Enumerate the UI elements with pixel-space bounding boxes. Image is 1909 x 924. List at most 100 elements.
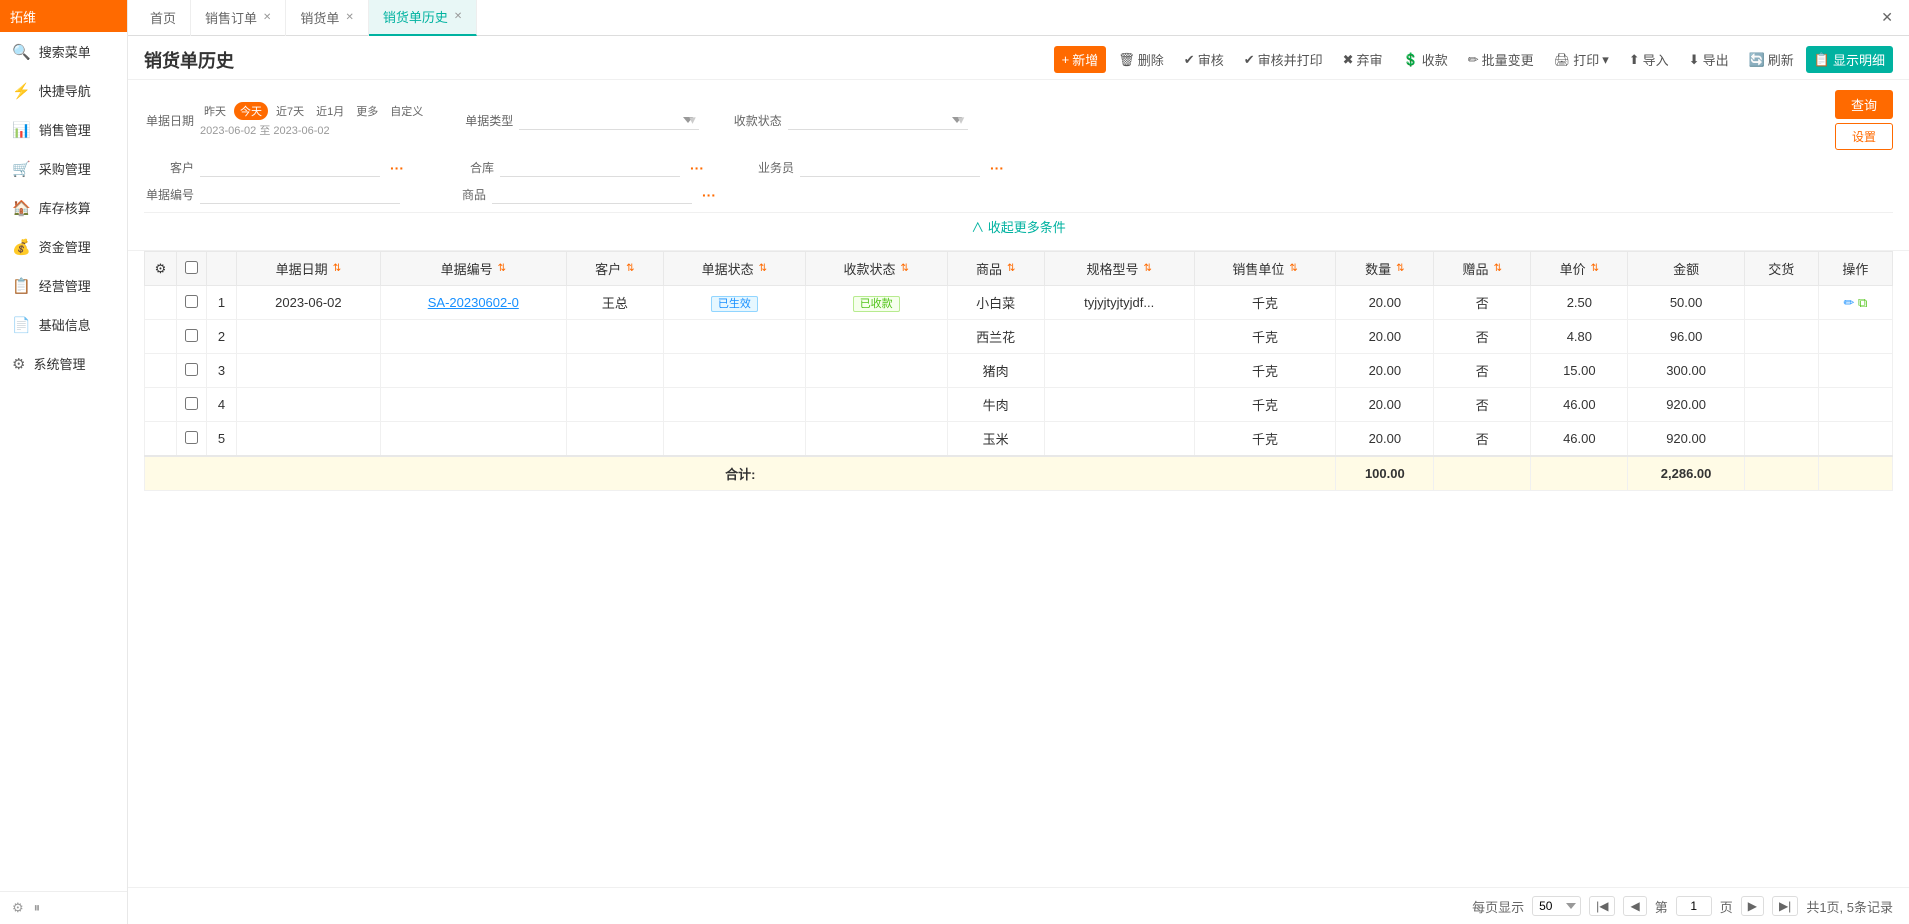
td-checkbox[interactable] [177,320,207,354]
sidebar-item-label: 资金管理 [39,237,91,256]
th-goods[interactable]: 商品 ⇅ [947,252,1044,286]
print-button[interactable]: 🖨 打印 ▾ [1546,46,1617,73]
date-btn-custom[interactable]: 自定义 [386,102,427,120]
row-checkbox[interactable] [185,431,198,444]
date-btn-today[interactable]: 今天 [234,102,268,120]
current-page-input[interactable] [1676,896,1712,916]
th-unit-price[interactable]: 单价 ⇅ [1531,252,1628,286]
doc-type-input[interactable] [519,111,699,130]
goods-input[interactable] [492,185,692,204]
next-page-btn[interactable]: ▶ [1741,896,1764,916]
new-button[interactable]: + 新增 [1054,46,1107,73]
delete-button[interactable]: 🗑 删除 [1110,46,1172,73]
date-btn-7days[interactable]: 近7天 [272,102,308,120]
copy-row-btn[interactable]: ⧉ [1858,295,1867,310]
table-row: 2 西兰花 千克 20.00 否 4.80 96.00 [145,320,1893,354]
th-doc-status[interactable]: 单据状态 ⇅ [663,252,805,286]
doc-no-link[interactable]: SA-20230602-0 [428,295,519,310]
collapse-filter-btn[interactable]: ∧ 收起更多条件 [144,212,1893,240]
tab-close-sales-order[interactable]: ✕ [263,12,271,23]
row-checkbox[interactable] [185,329,198,342]
export-button[interactable]: ⬇ 导出 [1681,46,1737,73]
td-checkbox[interactable] [177,388,207,422]
tab-sales-order[interactable]: 销售订单 ✕ [191,0,286,36]
th-payment-status[interactable]: 收款状态 ⇅ [805,252,947,286]
sidebar-item-ops[interactable]: 📋 经营管理 [0,266,127,305]
sidebar-item-basic-info[interactable]: 📄 基础信息 [0,305,127,344]
batch-change-button[interactable]: ✏ 批量变更 [1460,46,1542,73]
th-spec[interactable]: 规格型号 ⇅ [1044,252,1194,286]
sidebar-item-inventory[interactable]: 🏠 库存核算 [0,188,127,227]
customer-input[interactable] [200,158,380,177]
tab-close-sales-goods[interactable]: ✕ [345,12,353,23]
td-checkbox[interactable] [177,422,207,457]
td-goods: 小白菜 [947,286,1044,320]
prev-page-btn[interactable]: ◀ [1623,896,1646,916]
th-trade: 交货 [1744,252,1818,286]
filter-row-3: 单据编号 商品 ··· [144,185,1893,204]
doc-no-input[interactable] [200,185,400,204]
audit-print-button[interactable]: ✔ 审核并打印 [1236,46,1331,73]
payment-status-input[interactable] [788,111,968,130]
set-button[interactable]: 设置 [1835,123,1893,150]
th-quantity[interactable]: 数量 ⇅ [1336,252,1434,286]
td-doc-no[interactable] [380,320,566,354]
goods-ellipsis-btn[interactable]: ··· [698,187,720,203]
td-doc-no[interactable] [380,422,566,457]
audit-button[interactable]: ✔ 审核 [1176,46,1232,73]
row-checkbox[interactable] [185,397,198,410]
th-settings[interactable]: ⚙ [145,252,177,286]
td-gear [145,286,177,320]
td-doc-no[interactable] [380,388,566,422]
select-all-checkbox[interactable] [185,261,198,274]
th-doc-no[interactable]: 单据编号 ⇅ [380,252,566,286]
customer-ellipsis-btn[interactable]: ··· [386,160,408,176]
import-button[interactable]: ⬆ 导入 [1621,46,1677,73]
td-quantity: 20.00 [1336,286,1434,320]
sidebar-settings-icon[interactable]: ⚙ [12,900,24,916]
refresh-button[interactable]: 🔄 刷新 [1741,46,1802,73]
td-quantity: 20.00 [1336,320,1434,354]
th-gift[interactable]: 赠品 ⇅ [1434,252,1531,286]
edit-row-btn[interactable]: ✏ [1844,295,1855,310]
first-page-btn[interactable]: |◀ [1589,896,1615,916]
date-btn-yesterday[interactable]: 昨天 [200,102,230,120]
warehouse-ellipsis-btn[interactable]: ··· [686,160,708,176]
sidebar-item-search-menu[interactable]: 🔍 搜索菜单 [0,32,127,71]
row-checkbox[interactable] [185,363,198,376]
tab-bar-close-btn[interactable]: ✕ [1873,9,1901,26]
ops-icon: 📋 [12,277,31,295]
show-detail-button[interactable]: 📋 显示明细 [1806,46,1893,73]
sidebar-collapse-icon[interactable]: ⏸ [34,900,41,916]
date-btn-1month[interactable]: 近1月 [312,102,348,120]
warehouse-input[interactable] [500,158,680,177]
date-btn-more[interactable]: 更多 [352,102,382,120]
tab-close-sales-history[interactable]: ✕ [454,11,462,22]
query-button[interactable]: 查询 [1835,90,1893,119]
table-area: ⚙ 单据日期 ⇅ 单据编号 [128,251,1909,887]
tab-sales-history[interactable]: 销货单历史 ✕ [369,0,477,36]
sidebar-item-quick-nav[interactable]: ⚡ 快捷导航 [0,71,127,110]
td-checkbox[interactable] [177,286,207,320]
th-checkbox[interactable] [177,252,207,286]
page-size-select[interactable]: 50 10 20 100 [1532,896,1581,916]
th-doc-date[interactable]: 单据日期 ⇅ [237,252,381,286]
sidebar-item-sys-mgmt[interactable]: ⚙ 系统管理 [0,344,127,383]
abandon-button[interactable]: ✖ 弃审 [1335,46,1391,73]
sidebar-item-sales-mgmt[interactable]: 📊 销售管理 [0,110,127,149]
th-unit[interactable]: 销售单位 ⇅ [1194,252,1336,286]
sidebar-item-finance[interactable]: 💰 资金管理 [0,227,127,266]
th-customer[interactable]: 客户 ⇅ [566,252,663,286]
row-checkbox[interactable] [185,295,198,308]
page-header: 销货单历史 + 新增 🗑 删除 ✔ 审核 ✔ 审核并打印 [128,36,1909,80]
collect-button[interactable]: 💲 收款 [1395,46,1456,73]
td-doc-no[interactable]: SA-20230602-0 [380,286,566,320]
tab-home[interactable]: 首页 [136,0,191,36]
salesperson-input[interactable] [800,158,980,177]
tab-sales-goods[interactable]: 销货单 ✕ [286,0,368,36]
last-page-btn[interactable]: ▶| [1772,896,1798,916]
salesperson-ellipsis-btn[interactable]: ··· [986,160,1008,176]
sidebar-item-purchase-mgmt[interactable]: 🛒 采购管理 [0,149,127,188]
td-doc-no[interactable] [380,354,566,388]
td-checkbox[interactable] [177,354,207,388]
